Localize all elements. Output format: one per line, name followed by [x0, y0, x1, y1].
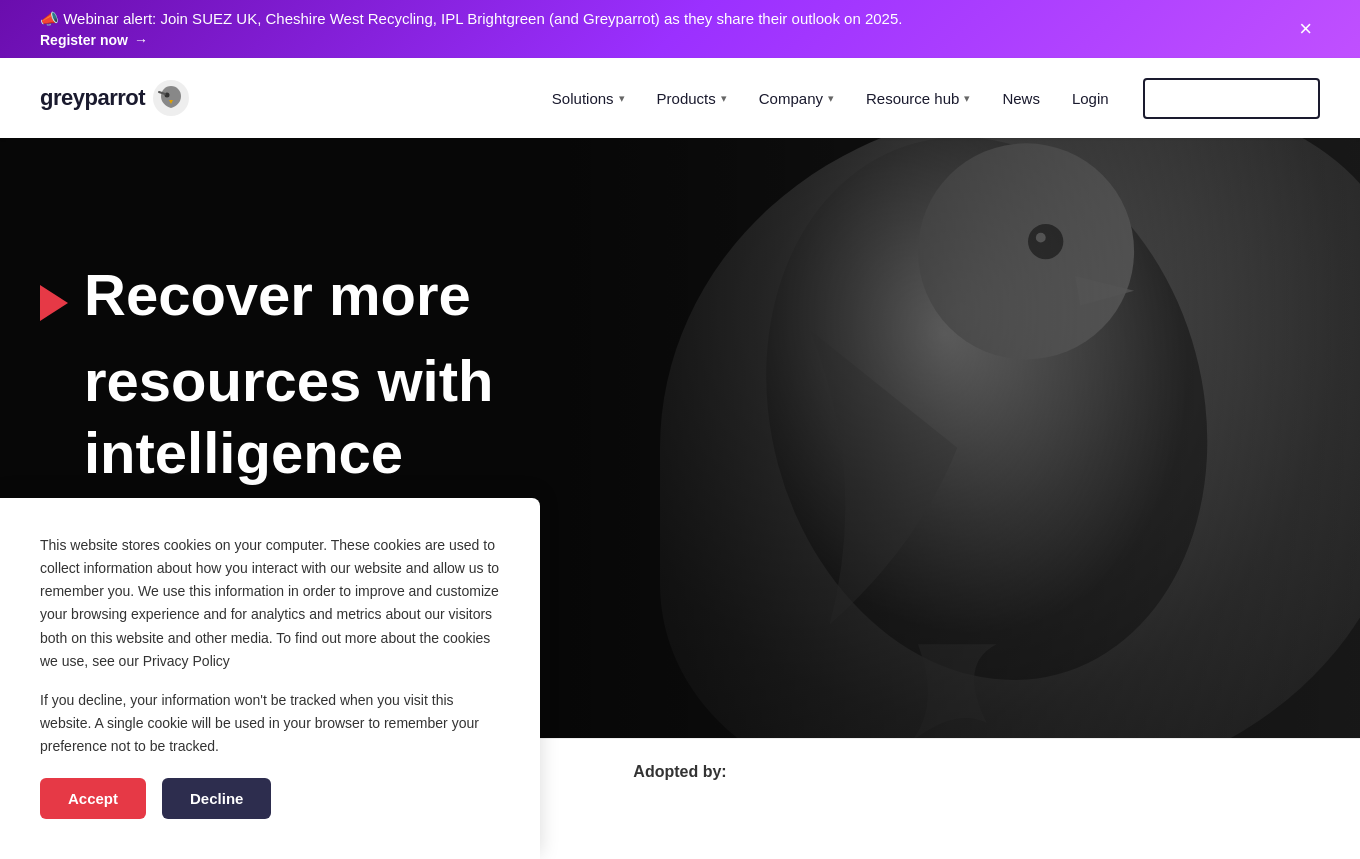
- cookie-accept-button[interactable]: Accept: [40, 778, 146, 805]
- banner-content: 📣 Webinar alert: Join SUEZ UK, Cheshire …: [40, 10, 902, 48]
- cookie-banner: This website stores cookies on your comp…: [0, 498, 540, 805]
- cookie-paragraph-1: This website stores cookies on your comp…: [40, 534, 500, 673]
- nav-item-login: Login: [1058, 82, 1123, 115]
- products-chevron-icon: ▾: [721, 92, 727, 105]
- login-label: Login: [1072, 90, 1109, 107]
- news-nav-link[interactable]: News: [988, 82, 1054, 115]
- banner-emoji: 📣: [40, 10, 59, 27]
- banner-message: Webinar alert: Join SUEZ UK, Cheshire We…: [63, 10, 902, 27]
- solutions-label: Solutions: [552, 90, 614, 107]
- cookie-decline-button[interactable]: Decline: [162, 778, 271, 805]
- solutions-nav-button[interactable]: Solutions ▾: [538, 82, 639, 115]
- news-label: News: [1002, 90, 1040, 107]
- nav-item-news: News: [988, 82, 1054, 115]
- products-label: Products: [657, 90, 716, 107]
- nav-item-products: Products ▾: [643, 82, 741, 115]
- cookie-buttons: Accept Decline: [40, 778, 500, 805]
- nav-item-resource-hub: Resource hub ▾: [852, 82, 984, 115]
- announcement-banner: 📣 Webinar alert: Join SUEZ UK, Cheshire …: [0, 0, 1360, 58]
- nav-item-cta: Speak to an expert: [1127, 78, 1320, 119]
- cookie-text: This website stores cookies on your comp…: [40, 534, 500, 758]
- register-arrow-icon: →: [134, 32, 148, 48]
- company-label: Company: [759, 90, 823, 107]
- resource-hub-nav-button[interactable]: Resource hub ▾: [852, 82, 984, 115]
- logo-text: greyparrot: [40, 85, 145, 111]
- cookie-paragraph-2: If you decline, your information won't b…: [40, 689, 500, 758]
- banner-close-button[interactable]: ×: [1291, 14, 1320, 44]
- hero-play-icon: [40, 285, 68, 321]
- hero-title-line1: Recover more: [84, 265, 471, 326]
- company-chevron-icon: ▾: [828, 92, 834, 105]
- main-nav: greyparrot Solutions ▾ Products ▾ Compan…: [0, 58, 1360, 138]
- register-label: Register now: [40, 32, 128, 48]
- logo-parrot-icon: [151, 78, 191, 118]
- hero-title-block: Recover more resources with intelligence: [40, 265, 493, 485]
- hero-title-line3: intelligence: [40, 421, 493, 485]
- nav-item-company: Company ▾: [745, 82, 848, 115]
- register-link[interactable]: Register now →: [40, 32, 902, 48]
- adopted-by-label: Adopted by:: [633, 763, 726, 780]
- solutions-chevron-icon: ▾: [619, 92, 625, 105]
- speak-to-expert-button[interactable]: Speak to an expert: [1143, 78, 1320, 119]
- company-nav-button[interactable]: Company ▾: [745, 82, 848, 115]
- resource-hub-chevron-icon: ▾: [964, 92, 970, 105]
- login-nav-link[interactable]: Login: [1058, 82, 1123, 115]
- hero-title-line2: resources with: [40, 349, 493, 413]
- speak-to-expert-label: Speak to an expert: [1165, 90, 1298, 107]
- nav-item-solutions: Solutions ▾: [538, 82, 639, 115]
- banner-text: 📣 Webinar alert: Join SUEZ UK, Cheshire …: [40, 10, 902, 28]
- logo[interactable]: greyparrot: [40, 78, 191, 118]
- nav-links: Solutions ▾ Products ▾ Company ▾ Resourc…: [538, 78, 1320, 119]
- products-nav-button[interactable]: Products ▾: [643, 82, 741, 115]
- resource-hub-label: Resource hub: [866, 90, 959, 107]
